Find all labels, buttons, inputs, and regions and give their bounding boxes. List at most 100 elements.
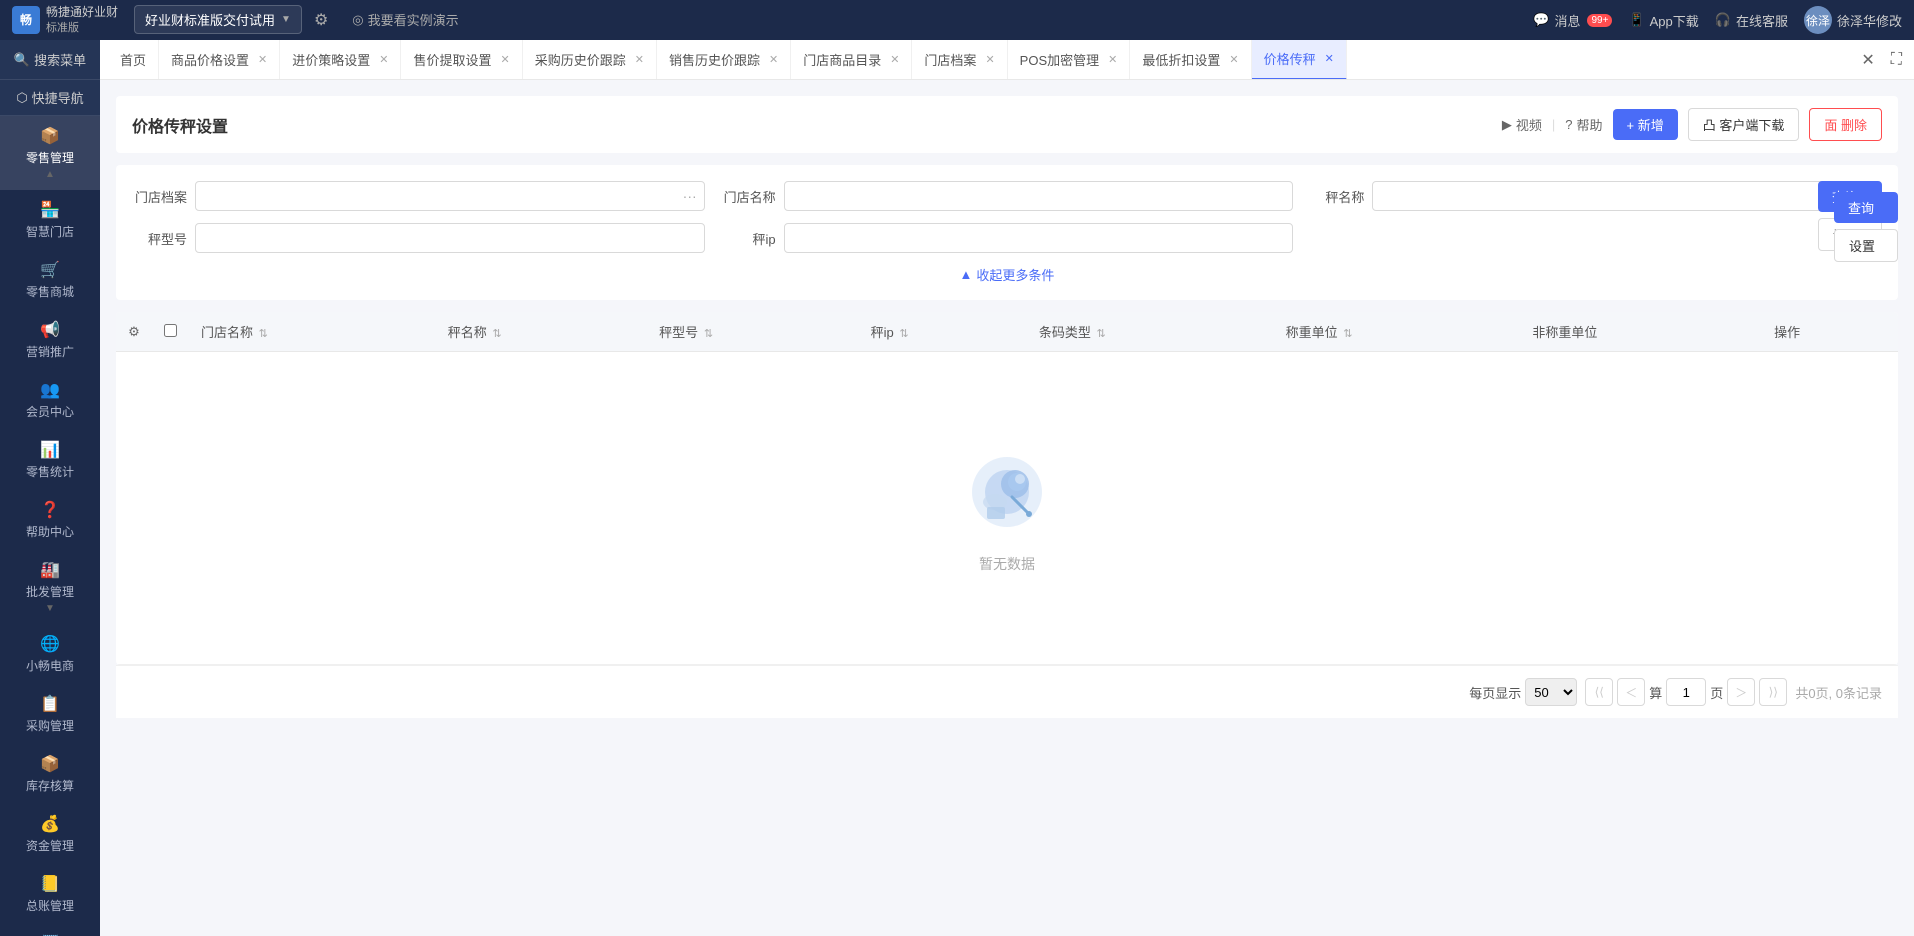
table-header-checkbox: ⚙ bbox=[116, 312, 152, 352]
sidebar-item-ledger[interactable]: 📒 总账管理 bbox=[0, 864, 100, 924]
table-header-select-all bbox=[152, 312, 189, 352]
purchase-icon: 📋 bbox=[40, 694, 60, 714]
scale-model-input[interactable] bbox=[195, 223, 705, 253]
sidebar-item-finance[interactable]: 💰 资金管理 bbox=[0, 804, 100, 864]
inventory-icon: 📦 bbox=[40, 754, 60, 774]
tab-sales-history[interactable]: 销售历史价跟踪 ✕ bbox=[657, 40, 791, 80]
tab-close-icon[interactable]: ✕ bbox=[890, 53, 899, 66]
collapse-icon: ▲ bbox=[960, 267, 973, 282]
table-header-store-name: 门店名称 ⇅ bbox=[189, 312, 436, 352]
sort-icon[interactable]: ⇅ bbox=[704, 328, 713, 340]
last-page-button[interactable]: ⟩⟩ bbox=[1759, 678, 1787, 706]
messages-badge: 99+ bbox=[1587, 14, 1612, 27]
tab-home[interactable]: 首页 bbox=[108, 40, 159, 80]
sidebar-item-invoice[interactable]: 🧾 发票管理 bbox=[0, 924, 100, 936]
divider: | bbox=[1552, 117, 1555, 132]
sort-icon[interactable]: ⇅ bbox=[1343, 328, 1352, 340]
selector-settings-icon[interactable]: ⚙ bbox=[314, 10, 328, 30]
tab-price-scale[interactable]: 价格传秤 ✕ bbox=[1252, 40, 1347, 80]
member-icon: 👥 bbox=[40, 380, 60, 400]
scale-model-label: 秤型号 bbox=[132, 229, 187, 248]
table-header-weight-unit: 称重单位 ⇅ bbox=[1274, 312, 1521, 352]
collapse-button[interactable]: ▲ 收起更多条件 bbox=[960, 265, 1055, 284]
tab-close-icon[interactable]: ✕ bbox=[1108, 53, 1117, 66]
sidebar-item-help-center[interactable]: ❓ 帮助中心 bbox=[0, 490, 100, 550]
gear-icon[interactable]: ⚙ bbox=[128, 324, 140, 339]
sidebar-item-purchase[interactable]: 📋 采购管理 bbox=[0, 684, 100, 744]
help-circle-icon: ? bbox=[1565, 117, 1572, 132]
chevron-down-icon: ▼ bbox=[281, 14, 291, 25]
search-icon: 🔍 bbox=[14, 52, 30, 68]
page-size-dropdown[interactable]: 20 50 100 bbox=[1525, 678, 1577, 706]
tab-price-extract[interactable]: 售价提取设置 ✕ bbox=[401, 40, 522, 80]
version-selector[interactable]: 好业财标准版交付试用 ▼ bbox=[134, 5, 302, 34]
sort-icon[interactable]: ⇅ bbox=[1097, 328, 1106, 340]
sidebar-item-wholesale[interactable]: 🏭 批发管理 ▼ bbox=[0, 550, 100, 624]
tab-close-icon[interactable]: ✕ bbox=[501, 53, 510, 66]
page-actions: ▶ 视频 | ? 帮助 + 新增 凸 客户端下载 bbox=[1502, 108, 1882, 141]
query-button[interactable]: 查询 bbox=[1834, 192, 1898, 223]
tab-close-icon[interactable]: ✕ bbox=[379, 53, 388, 66]
help-icon: ❓ bbox=[40, 500, 60, 520]
tab-close-icon[interactable]: ✕ bbox=[985, 53, 994, 66]
sidebar-item-retail-stats[interactable]: 📊 零售统计 bbox=[0, 430, 100, 490]
sidebar-search[interactable]: 🔍 搜索菜单 bbox=[0, 40, 100, 80]
page-number-input[interactable] bbox=[1666, 678, 1706, 706]
help-link[interactable]: ? 帮助 bbox=[1565, 115, 1602, 134]
tab-purchase-strategy[interactable]: 进价策略设置 ✕ bbox=[280, 40, 401, 80]
download-button[interactable]: 凸 客户端下载 bbox=[1688, 108, 1800, 141]
messages-button[interactable]: 💬 消息 99+ bbox=[1533, 11, 1612, 30]
tab-store-catalog[interactable]: 门店商品目录 ✕ bbox=[791, 40, 912, 80]
select-all-checkbox[interactable] bbox=[164, 324, 177, 337]
filter-form: 门店档案 ··· 门店名称 秤名称 bbox=[116, 165, 1898, 300]
table-body: 暂无数据 bbox=[116, 352, 1898, 665]
tab-pos-encryption[interactable]: POS加密管理 ✕ bbox=[1008, 40, 1131, 80]
tab-close-all-button[interactable]: ✕ bbox=[1857, 46, 1878, 74]
prev-page-button[interactable]: ＜ bbox=[1617, 678, 1645, 706]
app-download-button[interactable]: 📱 App下载 bbox=[1628, 11, 1698, 30]
tab-purchase-history[interactable]: 采购历史价跟踪 ✕ bbox=[523, 40, 657, 80]
filter-row-1: 门店档案 ··· 门店名称 秤名称 bbox=[132, 181, 1882, 211]
sort-icon[interactable]: ⇅ bbox=[899, 328, 908, 340]
user-menu[interactable]: 徐泽 徐泽华修改 bbox=[1804, 6, 1902, 34]
sort-icon[interactable]: ⇅ bbox=[492, 328, 501, 340]
demo-link[interactable]: ◎ 我要看实例演示 bbox=[352, 10, 458, 29]
sidebar-item-smart-store[interactable]: 🏪 智慧门店 bbox=[0, 190, 100, 250]
scale-name-input[interactable] bbox=[1372, 181, 1882, 211]
sidebar-item-member-center[interactable]: 👥 会员中心 bbox=[0, 370, 100, 430]
tab-maximize-button[interactable]: ⛶ bbox=[1887, 47, 1906, 73]
message-icon: 💬 bbox=[1533, 12, 1549, 28]
store-name-input[interactable] bbox=[784, 181, 1294, 211]
tab-price-settings[interactable]: 商品价格设置 ✕ bbox=[159, 40, 280, 80]
scale-ip-input[interactable] bbox=[784, 223, 1294, 253]
add-button[interactable]: + 新增 bbox=[1613, 109, 1678, 140]
pagination: 每页显示 20 50 100 ⟨⟨ ＜ 算 页 ＞ bbox=[116, 665, 1898, 718]
sidebar-item-retail-mall[interactable]: 🛒 零售商城 bbox=[0, 250, 100, 310]
sidebar-item-retail-management[interactable]: 📦 零售管理 ▲ bbox=[0, 116, 100, 190]
tab-min-discount[interactable]: 最低折扣设置 ✕ bbox=[1130, 40, 1251, 80]
store-file-input[interactable] bbox=[195, 181, 705, 211]
sidebar-quick-nav[interactable]: ⬡ 快捷导航 bbox=[0, 80, 100, 116]
filter-buttons: 查询 设置 bbox=[1834, 192, 1898, 262]
online-service-button[interactable]: 🎧 在线客服 bbox=[1715, 11, 1788, 30]
tab-close-icon[interactable]: ✕ bbox=[1229, 53, 1238, 66]
next-page-button[interactable]: ＞ bbox=[1727, 678, 1755, 706]
sort-icon[interactable]: ⇅ bbox=[259, 328, 268, 340]
sidebar-item-ecommerce[interactable]: 🌐 小畅电商 bbox=[0, 624, 100, 684]
filter-settings-button[interactable]: 设置 bbox=[1834, 229, 1898, 262]
delete-button[interactable]: 面 删除 bbox=[1809, 108, 1882, 141]
tab-store-file[interactable]: 门店档案 ✕ bbox=[912, 40, 1007, 80]
smart-store-icon: 🏪 bbox=[40, 200, 60, 220]
sidebar-item-marketing[interactable]: 📢 营销推广 bbox=[0, 310, 100, 370]
tab-close-icon[interactable]: ✕ bbox=[1325, 52, 1334, 65]
store-file-dots-icon[interactable]: ··· bbox=[683, 188, 697, 204]
first-page-button[interactable]: ⟨⟨ bbox=[1585, 678, 1613, 706]
logo-icon: 畅 bbox=[12, 6, 40, 34]
tab-close-icon[interactable]: ✕ bbox=[258, 53, 267, 66]
store-file-input-wrapper: ··· bbox=[195, 181, 705, 211]
tab-close-icon[interactable]: ✕ bbox=[769, 53, 778, 66]
video-link[interactable]: ▶ 视频 bbox=[1502, 115, 1542, 134]
table-header-non-weight-unit: 非称重单位 bbox=[1520, 312, 1762, 352]
tab-close-icon[interactable]: ✕ bbox=[635, 53, 644, 66]
sidebar-item-inventory[interactable]: 📦 库存核算 bbox=[0, 744, 100, 804]
